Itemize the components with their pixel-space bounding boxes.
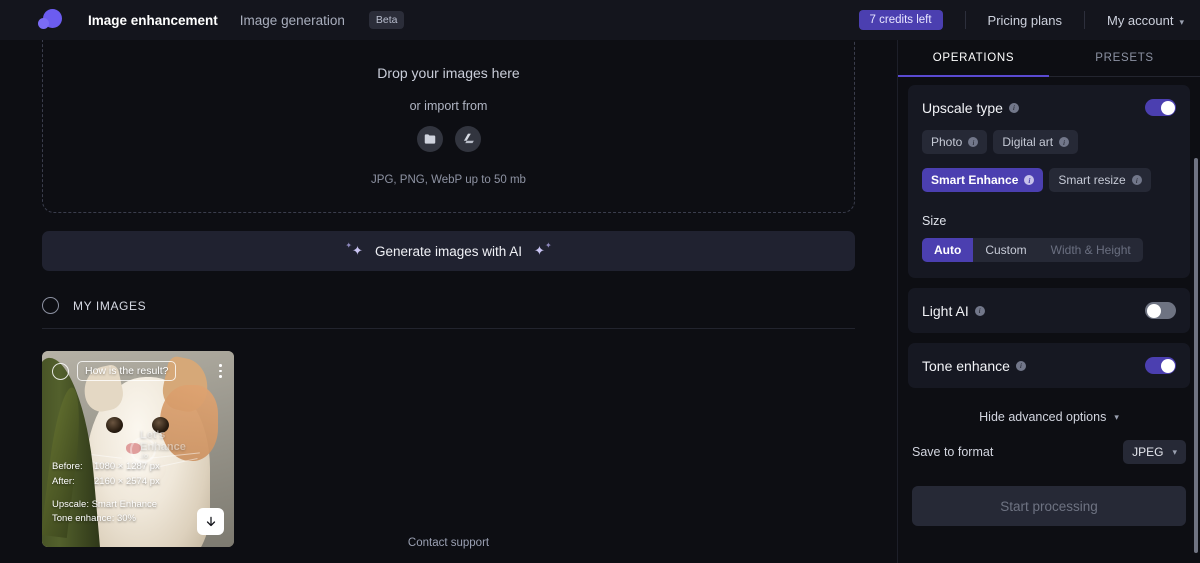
- light-ai-toggle[interactable]: [1145, 302, 1176, 319]
- header-divider-2: [1083, 11, 1085, 29]
- chip-digital-art[interactable]: Digital art: [993, 130, 1079, 154]
- info-icon-upscale[interactable]: [1008, 102, 1019, 113]
- upscale-type-toggle[interactable]: [1145, 99, 1176, 116]
- sparkle-icon-left: ✦: [352, 243, 363, 258]
- kebab-menu-icon[interactable]: [215, 360, 226, 381]
- chip-smart-resize[interactable]: Smart resize: [1049, 168, 1151, 192]
- chip-digital-art-label: Digital art: [1002, 135, 1054, 149]
- my-account-label: My account: [1106, 12, 1174, 28]
- generate-banner-label: Generate images with AI: [374, 243, 523, 259]
- header-actions: 7 credits left Pricing plans My account ▾: [858, 10, 1184, 30]
- main-content: Drop your images here or import from JPG…: [0, 40, 897, 563]
- upload-dropzone[interactable]: Drop your images here or import from JPG…: [42, 40, 855, 213]
- main-footer: Contact support: [0, 533, 897, 551]
- tone-enhance-title: Tone enhance: [922, 357, 1010, 374]
- folder-icon[interactable]: [416, 126, 443, 152]
- tone-enhance-section: Tone enhance: [908, 343, 1190, 388]
- size-option-custom[interactable]: Custom: [973, 238, 1038, 262]
- save-format-select[interactable]: JPEG ▾: [1123, 440, 1186, 464]
- upscale-chip-row-2: Smart Enhance Smart resize: [922, 168, 1176, 192]
- sparkle-icon-right: ✦: [534, 243, 545, 258]
- start-processing-button[interactable]: Start processing: [912, 486, 1186, 526]
- size-segmented-control: Auto Custom Width & Height: [922, 238, 1143, 262]
- info-icon-light-ai[interactable]: [974, 305, 985, 316]
- info-icon-smart-enhance[interactable]: [1024, 175, 1035, 185]
- light-ai-title: Light AI: [922, 302, 969, 319]
- sparkle-icon-small-right: ✦: [544, 240, 552, 250]
- contact-support-link[interactable]: Contact support: [408, 537, 489, 549]
- chip-smart-enhance-label: Smart Enhance: [931, 173, 1019, 187]
- lets-enhance-logo[interactable]: [36, 5, 66, 35]
- info-icon-smart-resize[interactable]: [1131, 175, 1142, 185]
- dropzone-import-label: or import from: [409, 99, 488, 113]
- select-all-images-checkbox[interactable]: [42, 297, 59, 314]
- dropzone-title: Drop your images here: [377, 65, 520, 81]
- operations-panel: OPERATIONS PRESETS Upscale type Photo: [897, 40, 1200, 563]
- body: Drop your images here or import from JPG…: [0, 40, 1200, 563]
- size-option-width-height: Width & Height: [1050, 243, 1131, 257]
- beta-badge: Beta: [368, 11, 405, 29]
- hide-advanced-options-button[interactable]: Hide advanced options ▾: [908, 398, 1190, 438]
- my-images-header: MY IMAGES: [42, 297, 855, 329]
- nav-image-generation[interactable]: Image generation: [240, 13, 345, 28]
- images-grid: Let's Enhance .io How is the result? Bef…: [42, 351, 855, 547]
- app-root: Image enhancement Image generation Beta …: [0, 0, 1200, 563]
- light-ai-section: Light AI: [908, 288, 1190, 333]
- dropzone-formats: JPG, PNG, WebP up to 50 mb: [371, 174, 526, 186]
- google-drive-icon[interactable]: [454, 126, 481, 152]
- how-is-the-result-button[interactable]: How is the result?: [77, 361, 177, 381]
- credits-badge[interactable]: 7 credits left: [858, 10, 943, 30]
- sparkle-icon-small-left: ✦: [345, 240, 353, 250]
- chip-photo-label: Photo: [931, 135, 963, 149]
- size-option-auto[interactable]: Auto: [922, 238, 974, 262]
- chevron-down-icon: ▾: [1179, 16, 1184, 27]
- upscale-type-title: Upscale type: [922, 99, 1003, 116]
- info-icon-tone-enhance[interactable]: [1015, 360, 1026, 371]
- import-sources: [416, 126, 481, 152]
- size-label: Size: [922, 214, 947, 228]
- download-arrow-icon[interactable]: [197, 508, 224, 535]
- upscale-chip-row-1: Photo Digital art: [922, 130, 1176, 154]
- image-card-toolbar: How is the result?: [42, 351, 234, 391]
- top-header: Image enhancement Image generation Beta …: [0, 0, 1200, 40]
- header-divider-1: [964, 11, 966, 29]
- save-format-label: Save to format: [912, 445, 994, 459]
- save-format-row: Save to format JPEG ▾: [908, 438, 1190, 464]
- primary-nav: Image enhancement Image generation Beta: [88, 11, 405, 29]
- hide-advanced-options-label: Hide advanced options: [979, 410, 1107, 424]
- tab-operations[interactable]: OPERATIONS: [898, 40, 1049, 77]
- panel-body: Upscale type Photo Digital art: [898, 77, 1200, 563]
- watermark-ring: [130, 437, 156, 463]
- chevron-down-icon-advanced: ▾: [1114, 411, 1119, 422]
- upscale-type-header: Upscale type: [922, 99, 1176, 116]
- generate-with-ai-banner[interactable]: ✦ ✦ Generate images with AI ✦ ✦: [42, 231, 855, 271]
- panel-tabs: OPERATIONS PRESETS: [898, 40, 1200, 77]
- my-account-menu[interactable]: My account ▾: [1107, 13, 1184, 28]
- image-select-checkbox[interactable]: [52, 362, 69, 380]
- info-icon-photo[interactable]: [968, 137, 979, 147]
- upscale-type-section: Upscale type Photo Digital art: [908, 85, 1190, 278]
- chip-smart-enhance[interactable]: Smart Enhance: [922, 168, 1044, 192]
- my-images-label: MY IMAGES: [73, 298, 147, 313]
- save-format-value: JPEG: [1132, 445, 1164, 459]
- pricing-plans-link[interactable]: Pricing plans: [988, 13, 1062, 28]
- tab-presets[interactable]: PRESETS: [1049, 40, 1200, 76]
- chip-smart-resize-label: Smart resize: [1058, 173, 1126, 187]
- nav-image-enhancement[interactable]: Image enhancement: [88, 13, 218, 28]
- panel-scrollbar[interactable]: [1194, 158, 1198, 553]
- chevron-down-icon-format: ▾: [1172, 446, 1177, 457]
- chip-photo[interactable]: Photo: [922, 130, 988, 154]
- image-card[interactable]: Let's Enhance .io How is the result? Bef…: [42, 351, 234, 547]
- tone-enhance-toggle[interactable]: [1145, 357, 1176, 374]
- info-icon-digital-art[interactable]: [1059, 137, 1070, 147]
